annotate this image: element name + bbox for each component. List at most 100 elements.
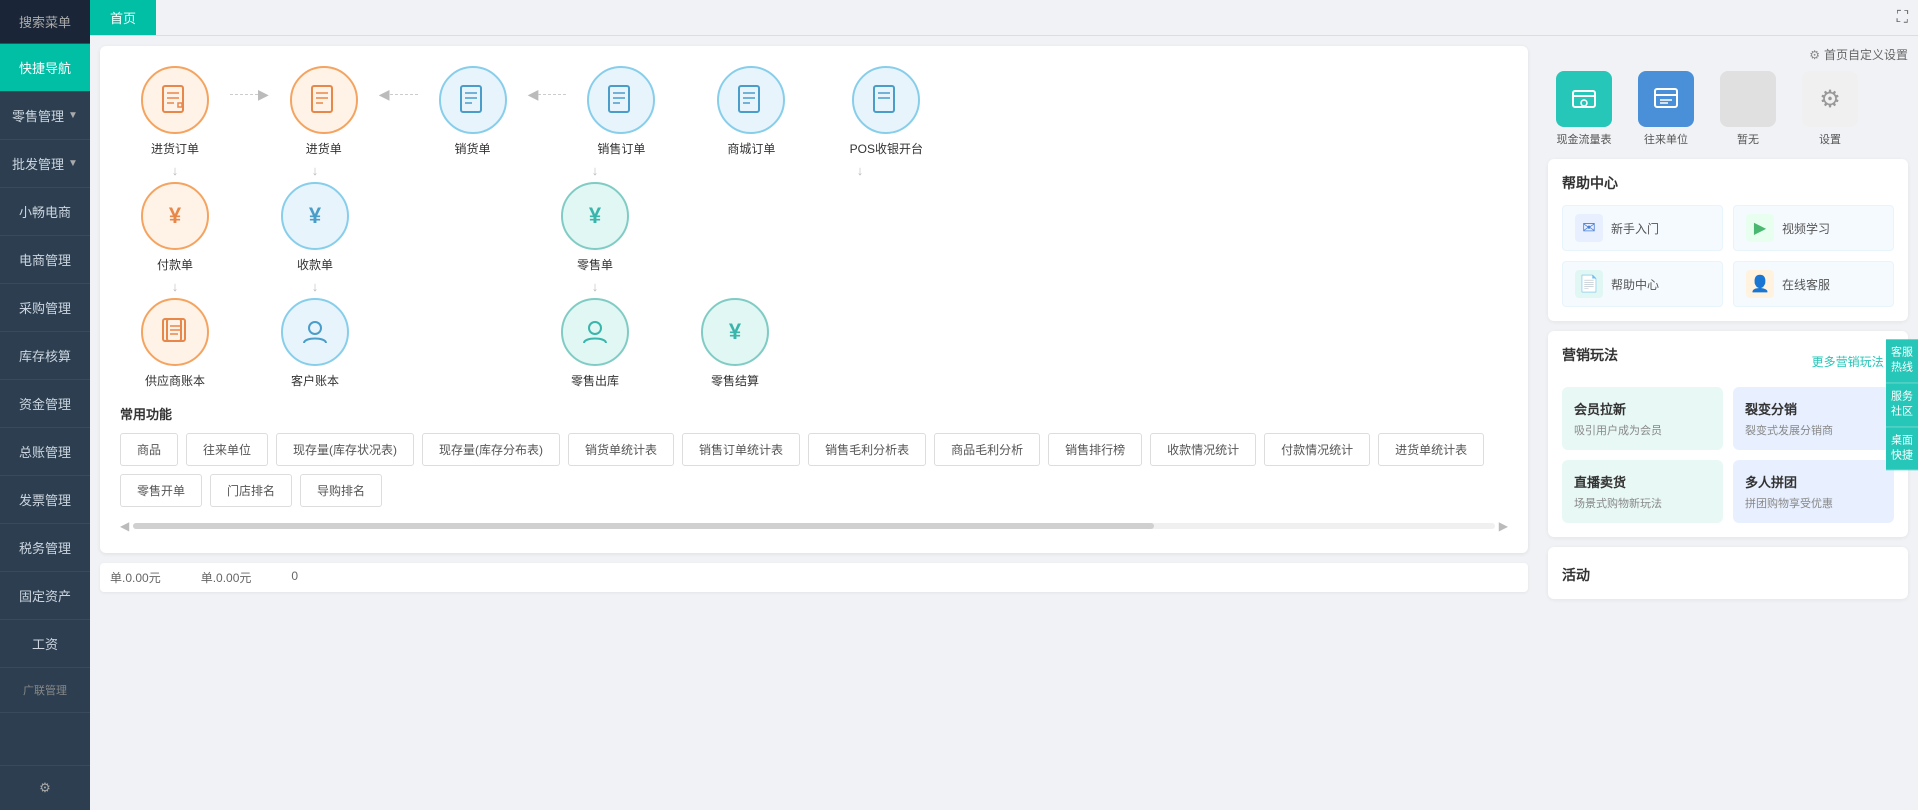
func-btn-sales-ranking[interactable]: 销售排行榜 — [1048, 433, 1142, 466]
common-functions: 常用功能 商品 往来单位 现存量(库存状况表) 现存量(库存分布表) 销货单统计… — [120, 404, 1508, 507]
node-mall-order[interactable]: 商城订单 — [696, 66, 806, 157]
sidebar: 搜索菜单 快捷导航 零售管理 ▼ 批发管理 ▼ 小畅电商 电商管理 采购管理 库… — [0, 0, 90, 810]
marketing-item-member[interactable]: 会员拉新 吸引用户成为会员 — [1562, 387, 1723, 450]
bottom-info-bar: 单.0.00元 单.0.00元 0 — [100, 563, 1528, 592]
sidebar-item-more-mgmt[interactable]: 广联管理 — [0, 668, 90, 713]
help-item-online-service[interactable]: 👤 在线客服 — [1733, 261, 1894, 307]
bottom-stat-2: 单.0.00元 — [201, 569, 252, 586]
marketing-item-fission[interactable]: 裂变分销 裂变式发展分销商 — [1733, 387, 1894, 450]
sidebar-item-ec-mgmt[interactable]: 电商管理 — [0, 236, 90, 284]
func-btn-payment-stats[interactable]: 付款情况统计 — [1264, 433, 1370, 466]
sidebar-item-xiaochang-ec[interactable]: 小畅电商 — [0, 188, 90, 236]
sidebar-item-fixed-assets[interactable]: 固定资产 — [0, 572, 90, 620]
cash-flow-icon — [1556, 71, 1612, 127]
online-service-icon: 👤 — [1746, 270, 1774, 298]
video-icon: ▶ — [1746, 214, 1774, 242]
marketing-item-group-buy[interactable]: 多人拼团 拼团购物享受优惠 — [1733, 460, 1894, 523]
node-payment[interactable]: ¥ 付款单 — [120, 182, 230, 273]
float-btn-customer-service[interactable]: 客服 热线 — [1886, 339, 1918, 383]
scroll-right-arrow[interactable]: ▶ — [1499, 519, 1508, 533]
marketing-section: 营销玩法 更多营销玩法 > 会员拉新 吸引用户成为会员 裂变分销 裂变式发展分销… — [1548, 331, 1908, 537]
node-customer-account[interactable]: 客户账本 — [260, 298, 370, 389]
sidebar-item-payroll[interactable]: 工资 — [0, 620, 90, 668]
sidebar-item-purchase-mgmt[interactable]: 采购管理 — [0, 284, 90, 332]
help-center-section: 帮助中心 ✉ 新手入门 ▶ 视频学习 📄 帮助中心 — [1548, 159, 1908, 321]
func-btn-sales-stats[interactable]: 销货单统计表 — [568, 433, 674, 466]
float-buttons: 客服 热线 服务 社区 桌面 快捷 — [1886, 339, 1918, 470]
func-btn-retail-order[interactable]: 零售开单 — [120, 474, 202, 507]
marketing-item-live[interactable]: 直播卖货 场景式购物新玩法 — [1562, 460, 1723, 523]
partner-units-icon — [1638, 71, 1694, 127]
common-functions-title: 常用功能 — [120, 404, 1508, 423]
content-area: 进货订单 ▶ 进货单 — [90, 36, 1918, 810]
marketing-header: 营销玩法 更多营销玩法 > — [1562, 345, 1894, 377]
node-sales-order[interactable]: 销售订单 — [566, 66, 676, 157]
func-btn-sales-order-stats[interactable]: 销售订单统计表 — [682, 433, 800, 466]
marketing-grid: 会员拉新 吸引用户成为会员 裂变分销 裂变式发展分销商 直播卖货 场景式购物新玩… — [1562, 387, 1894, 523]
main-panel: 进货订单 ▶ 进货单 — [90, 36, 1538, 810]
func-grid: 商品 往来单位 现存量(库存状况表) 现存量(库存分布表) 销货单统计表 销售订… — [120, 433, 1508, 507]
quick-icon-cash-flow[interactable]: 现金流量表 — [1548, 71, 1620, 147]
flow-card: 进货订单 ▶ 进货单 — [100, 46, 1528, 553]
quick-icon-partner-units[interactable]: 往来单位 — [1630, 71, 1702, 147]
node-purchase-order[interactable]: 进货订单 — [120, 66, 230, 157]
node-retail-settlement[interactable]: ¥ 零售结算 — [680, 298, 790, 389]
tab-home[interactable]: 首页 — [90, 0, 156, 35]
help-item-help[interactable]: 📄 帮助中心 — [1562, 261, 1723, 307]
sidebar-item-general-ledger[interactable]: 总账管理 — [0, 428, 90, 476]
sidebar-item-tax-mgmt[interactable]: 税务管理 — [0, 524, 90, 572]
func-btn-purchase-stats[interactable]: 进货单统计表 — [1378, 433, 1484, 466]
func-btn-sales-margin[interactable]: 销售毛利分析表 — [808, 433, 926, 466]
func-btn-inventory-status[interactable]: 现存量(库存状况表) — [276, 433, 414, 466]
chevron-down-icon: ▼ — [68, 158, 78, 169]
activity-title: 活动 — [1562, 565, 1894, 585]
node-receipt[interactable]: ¥ 收款单 — [260, 182, 370, 273]
node-purchase-bill[interactable]: 进货单 — [269, 66, 379, 157]
func-btn-receipt-stats[interactable]: 收款情况统计 — [1150, 433, 1256, 466]
help-center-title: 帮助中心 — [1562, 173, 1894, 193]
func-btn-goods[interactable]: 商品 — [120, 433, 178, 466]
chevron-down-icon: ▼ — [68, 110, 78, 121]
float-btn-desktop-shortcut[interactable]: 桌面 快捷 — [1886, 427, 1918, 471]
sidebar-settings-icon[interactable]: ⚙ — [0, 765, 90, 810]
settings-icon: ⚙ — [1802, 71, 1858, 127]
help-item-video[interactable]: ▶ 视频学习 — [1733, 205, 1894, 251]
marketing-title: 营销玩法 — [1562, 345, 1618, 365]
bottom-stat-1: 单.0.00元 — [110, 569, 161, 586]
help-center-grid: ✉ 新手入门 ▶ 视频学习 📄 帮助中心 👤 — [1562, 205, 1894, 307]
node-sales-bill[interactable]: 销货单 — [418, 66, 528, 157]
func-btn-inventory-dist[interactable]: 现存量(库存分布表) — [422, 433, 560, 466]
marketing-more-link[interactable]: 更多营销玩法 > — [1812, 353, 1894, 370]
func-btn-goods-margin[interactable]: 商品毛利分析 — [934, 433, 1040, 466]
func-btn-guide-ranking[interactable]: 导购排名 — [300, 474, 382, 507]
quick-icon-settings[interactable]: ⚙ 设置 — [1794, 71, 1866, 147]
sidebar-item-quick-nav[interactable]: 快捷导航 — [0, 44, 90, 92]
node-retail-bill[interactable]: ¥ 零售单 — [540, 182, 650, 273]
none-icon — [1720, 71, 1776, 127]
beginner-icon: ✉ — [1575, 214, 1603, 242]
activity-section: 活动 — [1548, 547, 1908, 599]
help-item-beginner[interactable]: ✉ 新手入门 — [1562, 205, 1723, 251]
customize-settings[interactable]: ⚙ 首页自定义设置 — [1548, 46, 1908, 63]
gear-icon: ⚙ — [1809, 48, 1820, 62]
sidebar-item-finance-mgmt[interactable]: 资金管理 — [0, 380, 90, 428]
scroll-bar[interactable]: ◀ ▶ — [120, 519, 1508, 533]
fullscreen-button[interactable]: ⛶ — [1897, 9, 1908, 27]
node-retail-outbound[interactable]: 零售出库 — [540, 298, 650, 389]
sidebar-item-inventory[interactable]: 库存核算 — [0, 332, 90, 380]
quick-icon-none[interactable]: 暂无 — [1712, 71, 1784, 147]
right-panel: ⚙ 首页自定义设置 现金流量表 — [1538, 36, 1918, 810]
node-supplier-account[interactable]: 供应商账本 — [120, 298, 230, 389]
tab-bar: 首页 ⛶ — [90, 0, 1918, 36]
main-area: 首页 ⛶ 进货订单 — [90, 0, 1918, 810]
quick-access-icons: 现金流量表 往来单位 暂无 ⚙ 设置 — [1548, 71, 1908, 147]
sidebar-search[interactable]: 搜索菜单 — [0, 0, 90, 44]
func-btn-partners[interactable]: 往来单位 — [186, 433, 268, 466]
sidebar-item-retail-mgmt[interactable]: 零售管理 ▼ — [0, 92, 90, 140]
scroll-left-arrow[interactable]: ◀ — [120, 519, 129, 533]
sidebar-item-invoice-mgmt[interactable]: 发票管理 — [0, 476, 90, 524]
func-btn-store-ranking[interactable]: 门店排名 — [210, 474, 292, 507]
float-btn-service-community[interactable]: 服务 社区 — [1886, 383, 1918, 427]
sidebar-item-wholesale-mgmt[interactable]: 批发管理 ▼ — [0, 140, 90, 188]
node-pos-cashier[interactable]: POS收银开台 — [826, 66, 946, 157]
